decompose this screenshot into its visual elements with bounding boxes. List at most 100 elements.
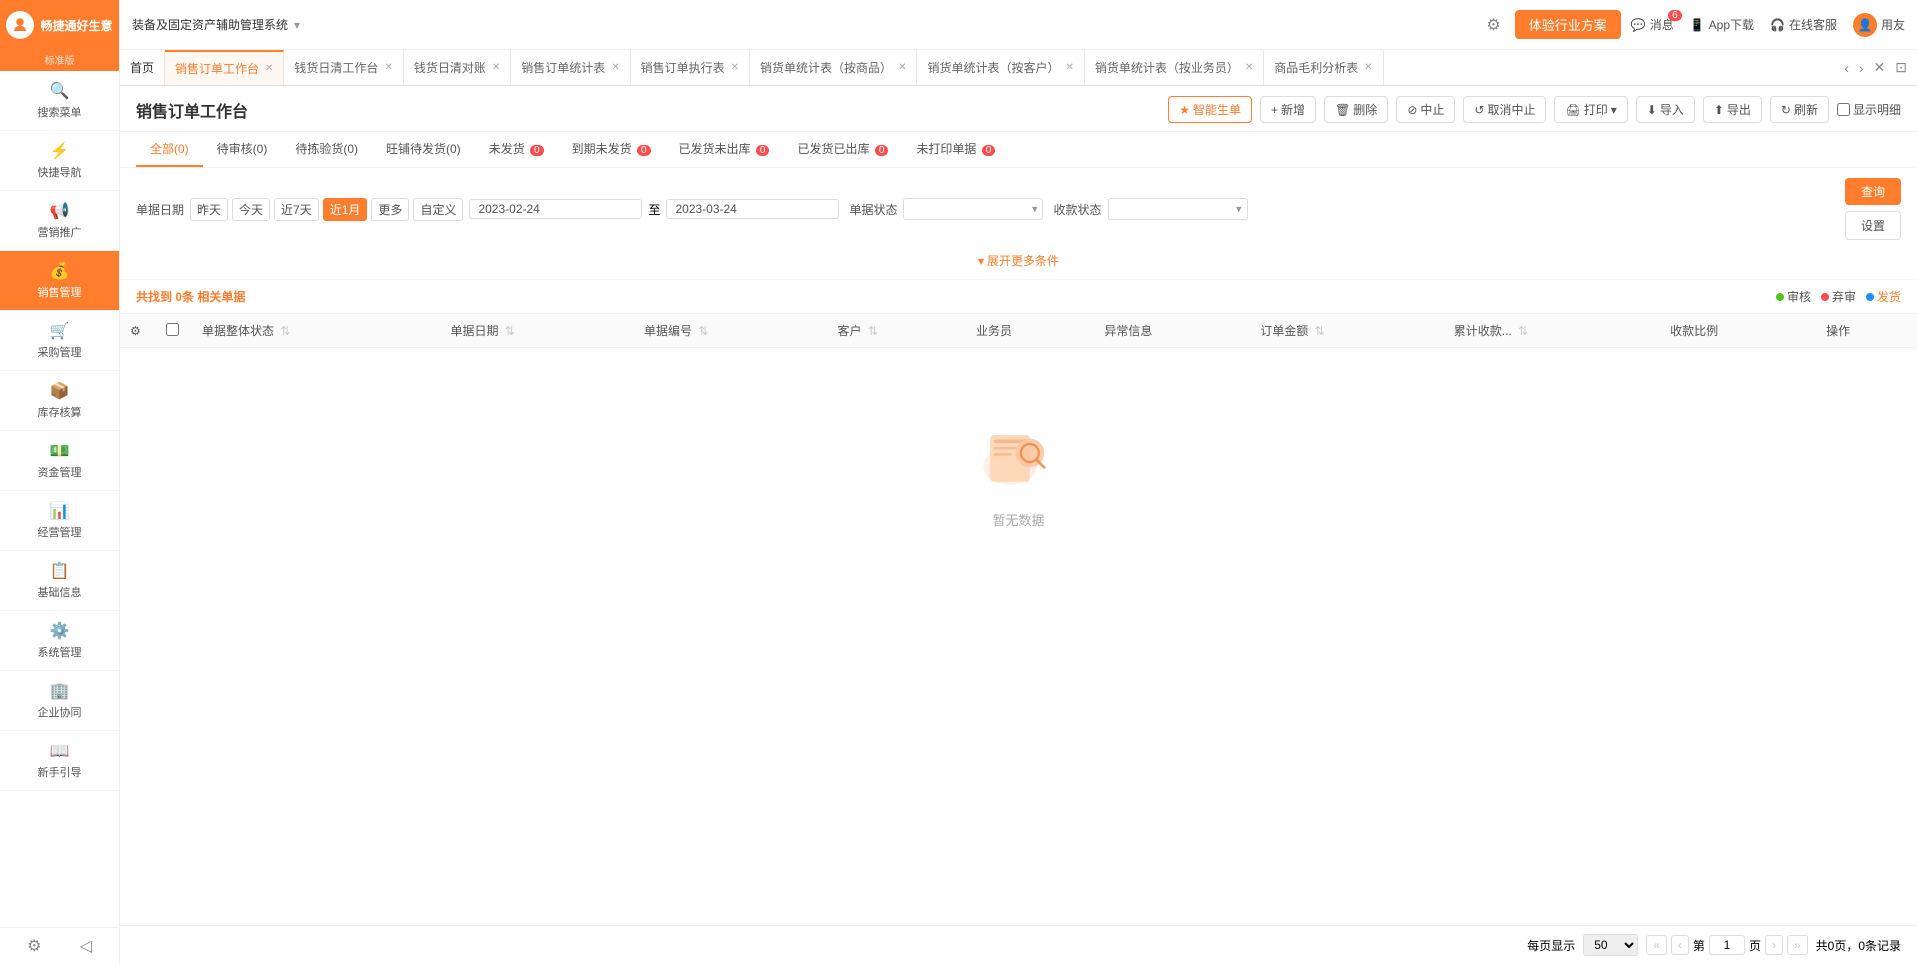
date-btn-1month[interactable]: 近1月 [323, 198, 368, 221]
th-date[interactable]: 单据日期 ⇅ [441, 314, 635, 348]
expand-conditions-btn[interactable]: ▾ 展开更多条件 [978, 252, 1059, 269]
sidebar-item-inventory[interactable]: 📦 库存核算 [0, 371, 119, 431]
show-detail-input[interactable] [1837, 103, 1850, 116]
th-number[interactable]: 单据编号 ⇅ [634, 314, 828, 348]
ship-action-btn[interactable]: 发货 [1866, 288, 1901, 305]
topbar-online-service[interactable]: 🎧 在线客服 [1770, 16, 1837, 33]
tab-sale-stat-staff-close[interactable]: ✕ [1245, 62, 1253, 73]
tab-order-workspace[interactable]: 销售订单工作台 ✕ [165, 50, 284, 86]
th-operation[interactable]: 操作 [1816, 314, 1917, 348]
subtab-not-printed[interactable]: 未打印单据 0 [902, 132, 1009, 167]
add-label: 新增 [1281, 101, 1305, 118]
sidebar-item-sales[interactable]: 💰 销售管理 [0, 251, 119, 311]
date-btn-yesterday[interactable]: 昨天 [190, 198, 228, 221]
cancel-stop-btn[interactable]: ↺ 取消中止 [1463, 96, 1546, 123]
next-page-btn[interactable]: › [1765, 935, 1783, 955]
show-detail-checkbox[interactable]: 显示明细 [1837, 101, 1901, 118]
print-btn[interactable]: 🖨 打印 ▾ [1554, 96, 1627, 123]
sidebar-item-quicknav[interactable]: ⚡ 快捷导航 [0, 131, 119, 191]
topbar-gear-icon[interactable]: ⚙ [1486, 15, 1500, 35]
th-exception[interactable]: 异常信息 [1094, 314, 1250, 348]
tab-order-workspace-close[interactable]: ✕ [265, 63, 273, 74]
sidebar-item-operations[interactable]: 📊 经营管理 [0, 491, 119, 551]
date-from-input[interactable] [469, 199, 642, 219]
stop-btn[interactable]: ⊘ 中止 [1396, 96, 1455, 123]
tab-cash-daily-close[interactable]: ✕ [384, 62, 392, 73]
tab-sale-stat-product[interactable]: 销货单统计表（按商品） ✕ [750, 50, 917, 86]
tab-order-exec-close[interactable]: ✕ [731, 62, 739, 73]
sidebar-item-purchase[interactable]: 🛒 采购管理 [0, 311, 119, 371]
date-btn-custom[interactable]: 自定义 [413, 198, 463, 221]
topbar-message[interactable]: 💬 消息 6 [1631, 16, 1674, 33]
sidebar-item-search[interactable]: 🔍 搜索菜单 [0, 71, 119, 131]
th-staff[interactable]: 业务员 [966, 314, 1094, 348]
sidebar-item-enterprise[interactable]: 🏢 企业协同 [0, 671, 119, 731]
th-amount[interactable]: 订单金额 ⇅ [1250, 314, 1444, 348]
topbar-user[interactable]: 👤 用友 [1853, 13, 1905, 37]
tab-sale-stat-customer[interactable]: 销货单统计表（按客户） ✕ [917, 50, 1084, 86]
filter-receipt-select[interactable] [1108, 198, 1248, 220]
import-btn[interactable]: ⬇ 导入 [1636, 96, 1695, 123]
page-number-input[interactable] [1709, 935, 1745, 955]
set-btn[interactable]: 设置 [1845, 211, 1901, 240]
refresh-btn[interactable]: ↻ 刷新 [1770, 96, 1829, 123]
cancel-review-action-btn[interactable]: 弃审 [1821, 288, 1856, 305]
prev-page-btn[interactable]: ‹ [1671, 935, 1689, 955]
th-ratio[interactable]: 收款比例 [1660, 314, 1816, 348]
review-action-btn[interactable]: 审核 [1776, 288, 1811, 305]
th-checkbox[interactable] [156, 314, 192, 348]
date-btn-7days[interactable]: 近7天 [274, 198, 319, 221]
first-page-btn[interactable]: « [1646, 935, 1667, 955]
subtab-all[interactable]: 全部(0) [136, 132, 203, 167]
subtab-wangpu[interactable]: 旺铺待发货(0) [372, 132, 475, 167]
subtab-shipped-stored[interactable]: 已发货已出库 0 [783, 132, 902, 167]
export-btn[interactable]: ⬆ 导出 [1703, 96, 1762, 123]
collapse-bottom-btn[interactable]: ◁ [80, 936, 92, 956]
tab-order-stat-close[interactable]: ✕ [611, 62, 619, 73]
tab-cash-reconcile-close[interactable]: ✕ [492, 62, 500, 73]
query-btn[interactable]: 查询 [1845, 178, 1901, 205]
date-btn-today[interactable]: 今天 [232, 198, 270, 221]
th-settings[interactable]: ⚙ [120, 314, 156, 348]
sidebar-item-finance[interactable]: 💵 资金管理 [0, 431, 119, 491]
th-exception-label: 异常信息 [1104, 324, 1152, 338]
tab-cash-daily[interactable]: 钱货日清工作台 ✕ [284, 50, 403, 86]
tab-scroll-right-btn[interactable]: › [1855, 58, 1868, 78]
tab-order-exec[interactable]: 销售订单执行表 ✕ [631, 50, 750, 86]
select-all-checkbox[interactable] [166, 323, 179, 336]
trial-btn[interactable]: 体验行业方案 [1515, 10, 1621, 39]
date-btn-more[interactable]: 更多 [371, 198, 409, 221]
filter-status-select[interactable] [903, 198, 1043, 220]
delete-btn[interactable]: 🗑 删除 [1324, 96, 1388, 123]
th-status[interactable]: 单据整体状态 ⇅ [192, 314, 441, 348]
sidebar-item-system[interactable]: ⚙️ 系统管理 [0, 611, 119, 671]
add-btn[interactable]: + 新增 [1260, 96, 1316, 123]
last-page-btn[interactable]: » [1787, 935, 1808, 955]
tab-close-all-btn[interactable]: ✕ [1870, 57, 1890, 78]
tab-expand-btn[interactable]: ⊡ [1891, 57, 1911, 78]
tab-home[interactable]: 首页 [120, 50, 165, 86]
date-to-input[interactable] [666, 199, 839, 219]
subtab-shipped-not-stored[interactable]: 已发货未出库 0 [665, 132, 784, 167]
tab-sale-stat-product-close[interactable]: ✕ [898, 62, 906, 73]
tab-scroll-left-btn[interactable]: ‹ [1840, 58, 1853, 78]
tab-sale-stat-staff[interactable]: 销货单统计表（按业务员） ✕ [1085, 50, 1264, 86]
tab-gross-profit[interactable]: 商品毛利分析表 ✕ [1264, 50, 1383, 86]
tab-sale-stat-customer-close[interactable]: ✕ [1065, 62, 1073, 73]
tab-cash-reconcile[interactable]: 钱货日清对账 ✕ [404, 50, 511, 86]
sidebar-item-marketing[interactable]: 📢 营销推广 [0, 191, 119, 251]
th-customer[interactable]: 客户 ⇅ [828, 314, 966, 348]
sidebar-item-baseinfo[interactable]: 📋 基础信息 [0, 551, 119, 611]
subtab-pending-inspect[interactable]: 待拣验货(0) [281, 132, 372, 167]
tab-order-stat[interactable]: 销售订单统计表 ✕ [511, 50, 630, 86]
th-collected[interactable]: 累计收款... ⇅ [1444, 314, 1660, 348]
tab-gross-profit-close[interactable]: ✕ [1364, 62, 1372, 73]
ai-generate-btn[interactable]: ★ 智能生单 [1168, 96, 1252, 123]
subtab-expired-not-shipped[interactable]: 到期未发货 0 [558, 132, 665, 167]
topbar-app-download[interactable]: 📱 App下载 [1690, 16, 1754, 33]
page-size-select[interactable]: 50 100 [1583, 934, 1638, 956]
settings-bottom-btn[interactable]: ⚙ [27, 936, 41, 956]
subtab-not-shipped[interactable]: 未发货 0 [475, 132, 558, 167]
subtab-pending-review[interactable]: 待审核(0) [203, 132, 282, 167]
sidebar-item-guide[interactable]: 📖 新手引导 [0, 731, 119, 791]
